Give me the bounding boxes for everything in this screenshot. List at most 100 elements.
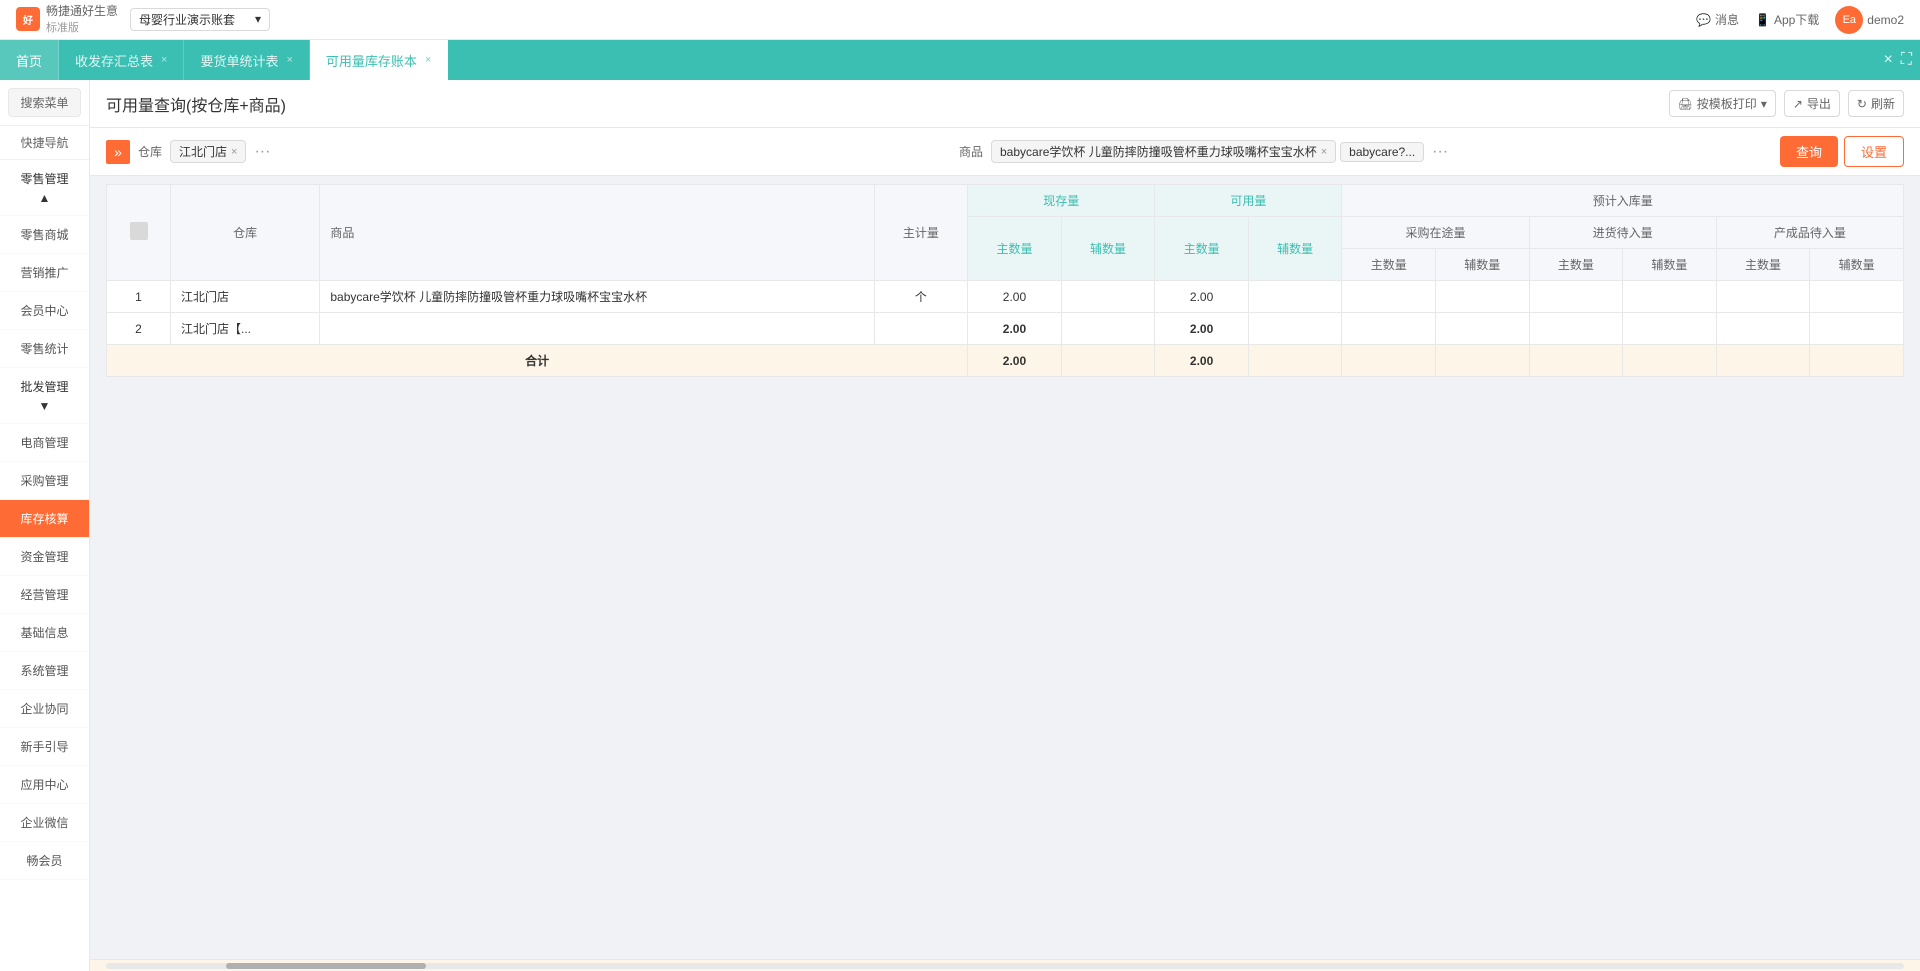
warehouse-tags: 江北门店 × ··· xyxy=(170,140,951,163)
search-menu-btn[interactable]: 搜索菜单 xyxy=(8,88,81,117)
sidebar-item-enterprise-wechat[interactable]: 企业微信 xyxy=(0,804,89,842)
total-avail-main: 2.00 xyxy=(1155,345,1249,377)
tab-close-all-btn[interactable]: × xyxy=(1883,51,1892,69)
product-tag2: babycare?... xyxy=(1340,142,1424,162)
sidebar-item-system-mgmt[interactable]: 系统管理 xyxy=(0,652,89,690)
th-plan-inbound: 预计入库量 xyxy=(1342,185,1904,217)
refresh-btn[interactable]: ↻ 刷新 xyxy=(1848,90,1904,117)
message-icon: 💬 xyxy=(1696,13,1711,27)
sidebar-item-member-center[interactable]: 会员中心 xyxy=(0,292,89,330)
table-container: 仓库 商品 主计量 现存量 可用量 预计入库量 主数量 辅数量 主数量 辅数量 … xyxy=(90,176,1920,959)
table-row: 1 江北门店 babycare学饮杯 儿童防摔防撞吸管杯重力球吸嘴杯宝宝水杯 个… xyxy=(107,281,1904,313)
row2-purchase-aux xyxy=(1436,313,1530,345)
message-action[interactable]: 💬 消息 xyxy=(1696,11,1739,28)
user-action[interactable]: Ea demo2 xyxy=(1835,6,1904,34)
sidebar-item-stock-check[interactable]: 库存核算 xyxy=(0,500,89,538)
total-production-aux xyxy=(1810,345,1904,377)
total-purchase-aux xyxy=(1436,345,1530,377)
row1-warehouse: 江北门店 xyxy=(171,281,320,313)
row1-inbound-main xyxy=(1529,281,1623,313)
tab-close-available[interactable]: × xyxy=(425,54,431,66)
total-current-main: 2.00 xyxy=(968,345,1062,377)
th-warehouse: 仓库 xyxy=(171,185,320,281)
industry-selector[interactable]: 母婴行业演示账套 ▾ xyxy=(130,8,270,31)
scroll-thumb[interactable] xyxy=(226,963,426,969)
sidebar-item-enterprise-collab[interactable]: 企业协同 xyxy=(0,690,89,728)
sidebar-new-guide-label: 新手引导 xyxy=(20,738,68,755)
sidebar-stock-check-label: 库存核算 xyxy=(20,510,68,527)
th-current-aux: 辅数量 xyxy=(1061,217,1155,281)
row1-num: 1 xyxy=(107,281,171,313)
app-label: App下载 xyxy=(1774,11,1819,28)
row1-purchase-aux xyxy=(1436,281,1530,313)
tab-available-stock[interactable]: 可用量库存账本 × xyxy=(310,40,448,80)
row1-current-main: 2.00 xyxy=(968,281,1062,313)
tab-expand-btn[interactable]: ⛶ xyxy=(1901,51,1912,69)
query-btn[interactable]: 查询 xyxy=(1780,136,1838,167)
logo-subtext: 标准版 xyxy=(46,19,118,35)
sidebar-wholesale-arrow: ▼ xyxy=(39,399,51,413)
sidebar-member-center-label: 会员中心 xyxy=(20,302,68,319)
sidebar-item-wholesale-mgmt[interactable]: 批发管理 ▼ xyxy=(0,368,89,424)
total-current-aux xyxy=(1061,345,1155,377)
warehouse-more-icon[interactable]: ··· xyxy=(250,143,274,161)
product-tag1: babycare学饮杯 儿童防摔防撞吸管杯重力球吸嘴杯宝宝水杯 × xyxy=(991,140,1336,163)
row2-unit xyxy=(874,313,968,345)
export-btn[interactable]: ↗ 导出 xyxy=(1784,90,1840,117)
th-purchase-transit-main: 主数量 xyxy=(1342,249,1436,281)
main-layout: 搜索菜单 快捷导航 零售管理 ▲ 零售商城 营销推广 会员中心 零售统计 批发管… xyxy=(0,80,1920,971)
tab-close-receipt[interactable]: × xyxy=(161,54,167,66)
sidebar-item-retail-stats[interactable]: 零售统计 xyxy=(0,330,89,368)
settings-icon[interactable] xyxy=(130,222,148,240)
sidebar-item-app-center[interactable]: 应用中心 xyxy=(0,766,89,804)
sidebar-marketing-label: 营销推广 xyxy=(20,264,68,281)
row1-avail-aux xyxy=(1248,281,1342,313)
sidebar-item-retail-mgmt[interactable]: 零售管理 ▲ xyxy=(0,160,89,216)
total-inbound-main xyxy=(1529,345,1623,377)
tab-order-stats[interactable]: 要货单统计表 × xyxy=(184,40,309,80)
row1-production-aux xyxy=(1810,281,1904,313)
sidebar-item-capital[interactable]: 资金管理 xyxy=(0,538,89,576)
filter-toggle-icon: » xyxy=(114,144,122,160)
th-available: 可用量 xyxy=(1155,185,1342,217)
product-filter-label: 商品 xyxy=(959,143,983,160)
th-avail-main: 主数量 xyxy=(1155,217,1249,281)
filter-toggle-btn[interactable]: » xyxy=(106,140,130,164)
app-download-action[interactable]: 📱 App下载 xyxy=(1755,11,1819,28)
scroll-track[interactable] xyxy=(106,963,1904,969)
sidebar-item-operation[interactable]: 经营管理 xyxy=(0,576,89,614)
warehouse-tag-close[interactable]: × xyxy=(231,146,237,158)
sidebar-item-purchase[interactable]: 采购管理 xyxy=(0,462,89,500)
tab-receipt-summary[interactable]: 收发存汇总表 × xyxy=(59,40,184,80)
print-btn[interactable]: 🖨 按模板打印 ▾ xyxy=(1669,90,1776,117)
sidebar-item-retail-shop[interactable]: 零售商城 xyxy=(0,216,89,254)
sidebar-item-member[interactable]: 畅会员 xyxy=(0,842,89,880)
total-row: 合计 2.00 2.00 xyxy=(107,345,1904,377)
tab-home[interactable]: 首页 xyxy=(0,40,59,80)
sidebar-item-ecommerce[interactable]: 电商管理 xyxy=(0,424,89,462)
row1-production-main xyxy=(1716,281,1810,313)
tab-bar: 首页 收发存汇总表 × 要货单统计表 × 可用量库存账本 × × ⛶ xyxy=(0,40,1920,80)
total-label: 合计 xyxy=(107,345,968,377)
data-table: 仓库 商品 主计量 现存量 可用量 预计入库量 主数量 辅数量 主数量 辅数量 … xyxy=(106,184,1904,377)
sidebar-quick-nav[interactable]: 快捷导航 xyxy=(0,126,89,160)
th-avail-aux: 辅数量 xyxy=(1248,217,1342,281)
row2-inbound-aux xyxy=(1623,313,1717,345)
warehouse-filter-label: 仓库 xyxy=(138,143,162,160)
setting-btn[interactable]: 设置 xyxy=(1844,136,1904,167)
table-row: 2 江北门店【... 2.00 2.00 xyxy=(107,313,1904,345)
row1-product: babycare学饮杯 儿童防摔防撞吸管杯重力球吸嘴杯宝宝水杯 xyxy=(320,281,874,313)
sidebar-item-basic-info[interactable]: 基础信息 xyxy=(0,614,89,652)
th-production-main: 主数量 xyxy=(1716,249,1810,281)
sidebar-item-new-guide[interactable]: 新手引导 xyxy=(0,728,89,766)
sidebar: 搜索菜单 快捷导航 零售管理 ▲ 零售商城 营销推广 会员中心 零售统计 批发管… xyxy=(0,80,90,971)
sidebar-operation-label: 经营管理 xyxy=(20,586,68,603)
sidebar-item-marketing[interactable]: 营销推广 xyxy=(0,254,89,292)
product-more-icon[interactable]: ··· xyxy=(1428,143,1452,161)
row2-current-aux xyxy=(1061,313,1155,345)
print-label: 按模板打印 xyxy=(1697,95,1757,112)
product-tag1-close[interactable]: × xyxy=(1321,146,1327,158)
sidebar-app-center-label: 应用中心 xyxy=(20,776,68,793)
sidebar-enterprise-wechat-label: 企业微信 xyxy=(20,814,68,831)
tab-close-order[interactable]: × xyxy=(286,54,292,66)
